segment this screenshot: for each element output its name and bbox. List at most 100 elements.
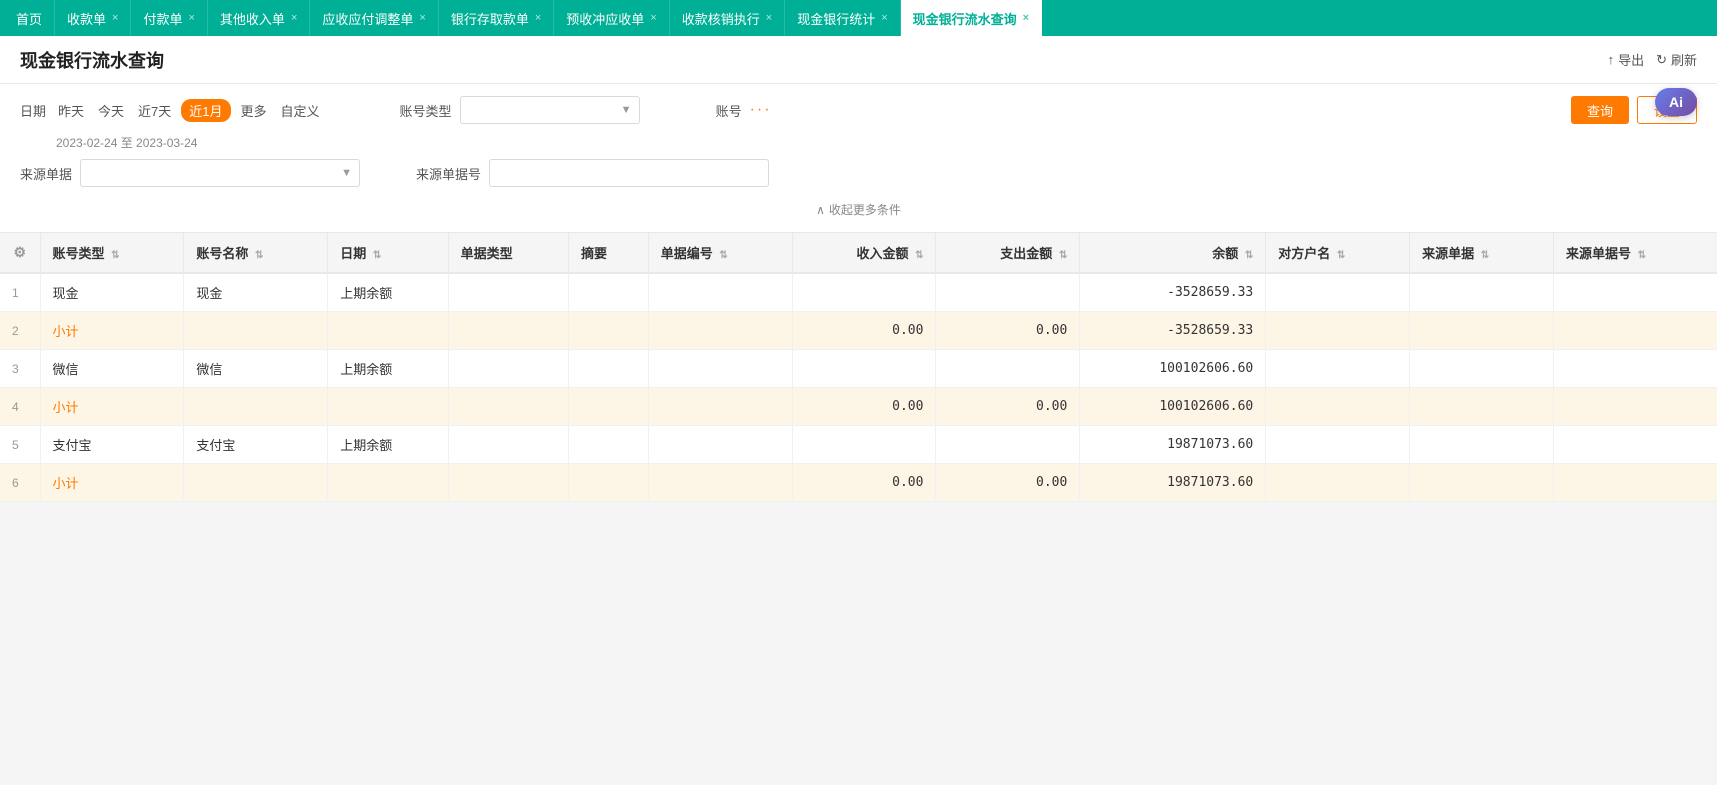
nav-advance-offset[interactable]: 预收冲应收单 × <box>554 0 669 36</box>
td-voucher-type <box>448 350 568 388</box>
td-date: 上期余额 <box>328 426 448 464</box>
table-settings-icon[interactable]: ⚙ <box>13 244 26 260</box>
refresh-icon: ↻ <box>1656 52 1667 68</box>
td-counterparty <box>1266 273 1410 312</box>
close-receipts-icon[interactable]: × <box>112 12 118 24</box>
nav-cash-bank-stats[interactable]: 现金银行统计 × <box>785 0 900 36</box>
date-custom[interactable]: 自定义 <box>277 100 324 121</box>
close-adjustment-icon[interactable]: × <box>419 12 425 24</box>
account-filter-group: 账号 ··· <box>716 101 772 120</box>
th-voucher-no-label: 单据编号 <box>661 246 713 261</box>
table-row: 2小计0.000.00-3528659.33 <box>0 312 1717 350</box>
td-source-voucher-no <box>1553 464 1717 502</box>
th-expense: 支出金额 ⇅ <box>936 233 1080 273</box>
close-cash-bank-flow-icon[interactable]: × <box>1023 12 1029 24</box>
export-button[interactable]: ↑ 导出 <box>1608 50 1645 69</box>
th-date-sort-icon[interactable]: ⇅ <box>373 250 381 261</box>
close-writeoff-icon[interactable]: × <box>766 12 772 24</box>
page-title: 现金银行流水查询 <box>20 47 164 73</box>
td-account-name: 现金 <box>184 273 328 312</box>
td-income: 0.00 <box>792 388 936 426</box>
export-icon: ↑ <box>1608 52 1615 67</box>
td-account-name <box>184 464 328 502</box>
table-header-row: ⚙ 账号类型 ⇅ 账号名称 ⇅ 日期 ⇅ 单据类型 摘要 <box>0 233 1717 273</box>
td-account-name <box>184 312 328 350</box>
td-date: 上期余额 <box>328 273 448 312</box>
td-account-type: 小计 <box>40 388 184 426</box>
date-range-display: 2023-02-24 至 2023-03-24 <box>56 134 1697 151</box>
th-voucher-type: 单据类型 <box>448 233 568 273</box>
nav-cash-bank-flow[interactable]: 现金银行流水查询 × <box>901 0 1042 36</box>
date-1month[interactable]: 近1月 <box>181 99 230 122</box>
date-more[interactable]: 更多 <box>237 100 271 121</box>
th-balance-sort-icon[interactable]: ⇅ <box>1245 250 1253 261</box>
th-account-name-label: 账号名称 <box>196 246 248 261</box>
td-source-voucher-no <box>1553 312 1717 350</box>
td-balance: 100102606.60 <box>1080 388 1266 426</box>
th-account-type-sort-icon[interactable]: ⇅ <box>111 250 119 261</box>
th-income-sort-icon[interactable]: ⇅ <box>915 250 923 261</box>
collapse-bar[interactable]: ∧ 收起更多条件 <box>20 197 1697 224</box>
td-source-voucher-no <box>1553 350 1717 388</box>
nav-writeoff[interactable]: 收款核销执行 × <box>670 0 785 36</box>
td-source-voucher-no <box>1553 388 1717 426</box>
th-source-voucher-sort-icon[interactable]: ⇅ <box>1481 250 1489 261</box>
source-voucher-no-filter-group: 来源单据号 <box>416 159 769 187</box>
nav-adjustment[interactable]: 应收应付调整单 × <box>310 0 438 36</box>
td-num: 2 <box>0 312 40 350</box>
td-source-voucher <box>1410 350 1554 388</box>
close-payments-icon[interactable]: × <box>188 12 194 24</box>
account-type-select[interactable]: 现金 微信 支付宝 <box>460 96 640 124</box>
td-counterparty <box>1266 464 1410 502</box>
refresh-button[interactable]: ↻ 刷新 <box>1656 50 1697 69</box>
td-num: 6 <box>0 464 40 502</box>
close-cash-bank-stats-icon[interactable]: × <box>881 12 887 24</box>
th-source-voucher-no-sort-icon[interactable]: ⇅ <box>1638 250 1646 261</box>
nav-bank-deposit[interactable]: 银行存取款单 × <box>439 0 554 36</box>
filter-area: 日期 昨天 今天 近7天 近1月 更多 自定义 账号类型 现金 微信 支付宝 ▼ <box>0 84 1717 233</box>
collapse-up-icon: ∧ <box>816 203 825 217</box>
source-voucher-select[interactable] <box>80 159 360 187</box>
table-row: 3微信微信上期余额100102606.60 <box>0 350 1717 388</box>
th-source-voucher-no-label: 来源单据号 <box>1566 246 1631 261</box>
td-num: 1 <box>0 273 40 312</box>
th-income-label: 收入金额 <box>856 246 908 261</box>
ai-badge[interactable]: Ai <box>1655 88 1697 116</box>
source-voucher-no-label: 来源单据号 <box>416 164 481 183</box>
source-voucher-no-input[interactable] <box>489 159 769 187</box>
th-source-voucher-no: 来源单据号 ⇅ <box>1553 233 1717 273</box>
td-account-type: 现金 <box>40 273 184 312</box>
nav-other-income[interactable]: 其他收入单 × <box>208 0 310 36</box>
th-account-name-sort-icon[interactable]: ⇅ <box>255 250 263 261</box>
nav-home[interactable]: 首页 <box>4 0 55 36</box>
th-income: 收入金额 ⇅ <box>792 233 936 273</box>
td-counterparty <box>1266 426 1410 464</box>
td-voucher-no <box>648 273 792 312</box>
td-expense: 0.00 <box>936 312 1080 350</box>
close-other-income-icon[interactable]: × <box>291 12 297 24</box>
source-voucher-select-wrapper: ▼ <box>80 159 360 187</box>
td-account-name: 支付宝 <box>184 426 328 464</box>
th-voucher-no-sort-icon[interactable]: ⇅ <box>719 250 727 261</box>
nav-payments[interactable]: 付款单 × <box>131 0 207 36</box>
td-balance: -3528659.33 <box>1080 273 1266 312</box>
close-bank-deposit-icon[interactable]: × <box>535 12 541 24</box>
th-expense-sort-icon[interactable]: ⇅ <box>1059 250 1067 261</box>
account-dots-button[interactable]: ··· <box>750 101 772 119</box>
td-account-type: 微信 <box>40 350 184 388</box>
date-7days[interactable]: 近7天 <box>134 100 175 121</box>
page-header: 现金银行流水查询 ↑ 导出 ↻ 刷新 <box>0 36 1717 84</box>
th-balance-label: 余额 <box>1212 246 1238 261</box>
th-counterparty-sort-icon[interactable]: ⇅ <box>1337 250 1345 261</box>
date-today[interactable]: 今天 <box>94 100 128 121</box>
td-voucher-no <box>648 312 792 350</box>
nav-receipts[interactable]: 收款单 × <box>55 0 131 36</box>
td-voucher-no <box>648 426 792 464</box>
query-button[interactable]: 查询 <box>1571 96 1629 124</box>
date-yesterday[interactable]: 昨天 <box>54 100 88 121</box>
header-actions: ↑ 导出 ↻ 刷新 <box>1608 50 1697 69</box>
td-income <box>792 350 936 388</box>
td-account-type: 支付宝 <box>40 426 184 464</box>
th-voucher-type-label: 单据类型 <box>461 246 513 261</box>
close-advance-offset-icon[interactable]: × <box>650 12 656 24</box>
